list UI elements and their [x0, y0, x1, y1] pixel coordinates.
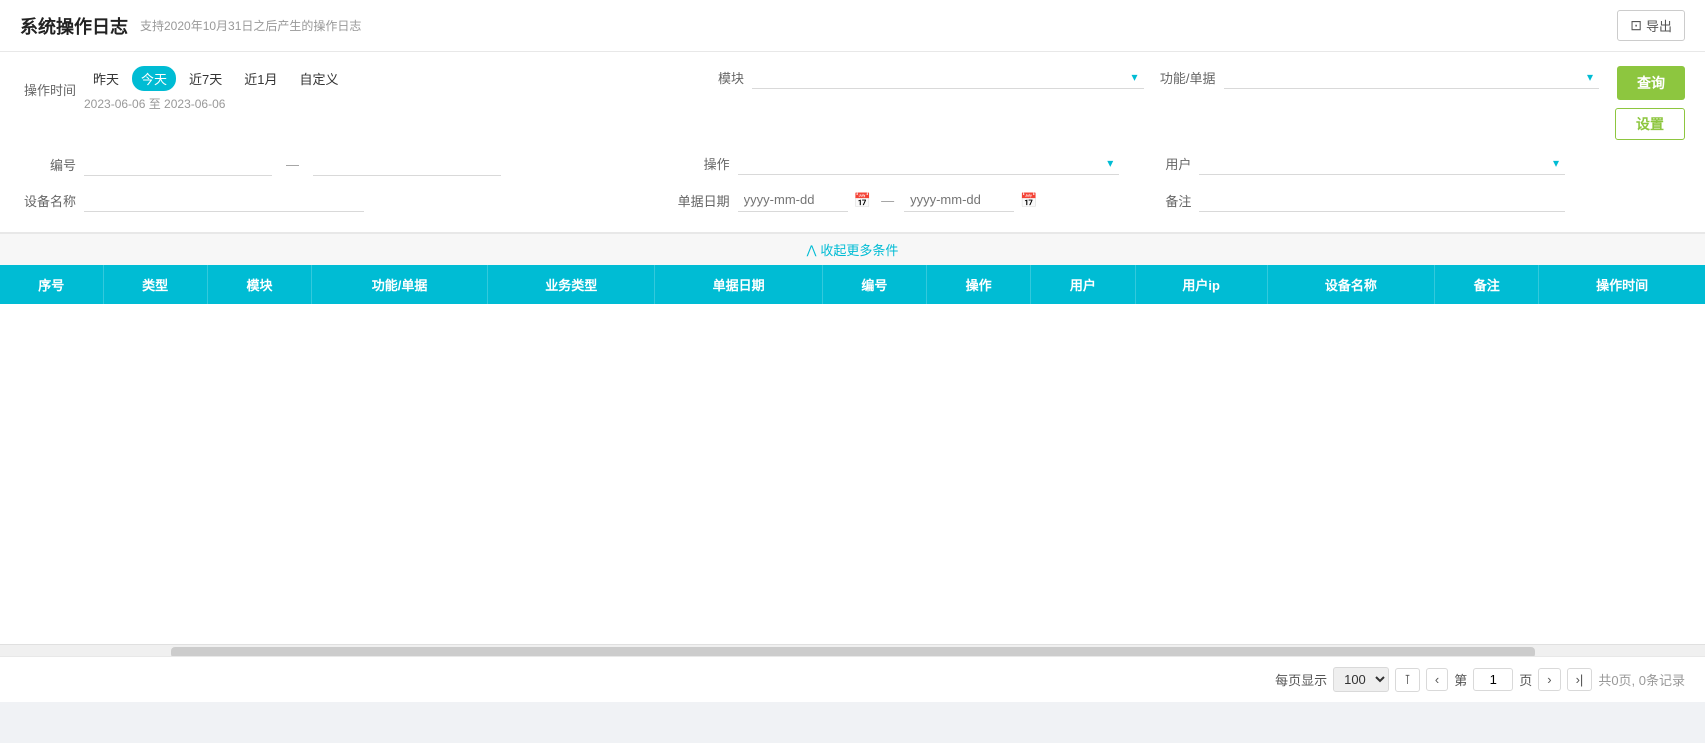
page-subtitle: 支持2020年10月31日之后产生的操作日志 [140, 17, 361, 34]
time-btn-近7天[interactable]: 近7天 [180, 66, 231, 91]
module-filter-group: 模块 ▾ [688, 66, 1143, 89]
table-wrapper: 序号类型模块功能/单据业务类型单据日期编号操作用户用户ip设备名称备注操作时间 [0, 265, 1705, 644]
action-buttons: 查询 设置 [1615, 66, 1685, 140]
horizontal-scrollbar[interactable] [0, 644, 1705, 656]
date-from-input[interactable] [738, 188, 848, 212]
user-filter-group: 用户 ▾ [1119, 152, 1565, 175]
operation-select[interactable]: ▾ [738, 152, 1120, 175]
page-title: 系统操作日志 [20, 13, 128, 39]
func-label: 功能/单据 [1144, 68, 1216, 87]
query-button[interactable]: 查询 [1617, 66, 1685, 100]
remark-input[interactable] [1199, 188, 1565, 212]
page-label: 第 [1454, 670, 1467, 689]
last-page-button[interactable]: ›| [1567, 668, 1593, 691]
device-label: 设备名称 [20, 191, 76, 210]
user-chevron-icon: ▾ [1553, 156, 1559, 170]
export-label: 导出 [1646, 16, 1672, 35]
settings-button[interactable]: 设置 [1615, 108, 1685, 140]
col-业务类型: 业务类型 [488, 265, 655, 304]
remark-filter-group: 备注 [1119, 188, 1565, 212]
func-filter-group: 功能/单据 ▾ [1144, 66, 1599, 89]
table-body [0, 304, 1705, 644]
number-input-from[interactable] [84, 152, 272, 176]
total-text: 共0页, 0条记录 [1598, 670, 1685, 689]
time-btn-近1月[interactable]: 近1月 [235, 66, 286, 91]
time-value-col: 昨天今天近7天近1月自定义 2023-06-06 至 2023-06-06 [84, 66, 348, 112]
col-操作时间: 操作时间 [1539, 265, 1705, 304]
first-page-button[interactable]: ⊺ [1395, 668, 1420, 692]
collapse-bar[interactable]: ⋀ 收起更多条件 [0, 233, 1705, 265]
remark-label: 备注 [1119, 191, 1191, 210]
module-label: 模块 [688, 68, 744, 87]
filter-panel: 操作时间 昨天今天近7天近1月自定义 2023-06-06 至 2023-06-… [0, 52, 1705, 233]
operation-filter-group: 操作 ▾ [674, 152, 1120, 175]
filter-row-3: 设备名称 单据日期 📅 — 📅 备注 [20, 188, 1685, 212]
scrollbar-thumb[interactable] [171, 647, 1535, 656]
user-select[interactable]: ▾ [1199, 152, 1565, 175]
col-用户ip: 用户ip [1135, 265, 1267, 304]
voucher-date-label: 单据日期 [674, 191, 730, 210]
number-filter-group: 编号 — [20, 152, 674, 176]
col-用户: 用户 [1031, 265, 1135, 304]
voucher-date-filter-group: 单据日期 📅 — 📅 [674, 188, 1120, 212]
page-size-label: 每页显示 [1275, 670, 1327, 689]
number-dash: — [280, 157, 305, 172]
table-header-row: 序号类型模块功能/单据业务类型单据日期编号操作用户用户ip设备名称备注操作时间 [0, 265, 1705, 304]
operation-label: 操作 [674, 154, 730, 173]
calendar-from-icon[interactable]: 📅 [854, 192, 871, 209]
date-dash: — [875, 193, 900, 208]
page-header: 系统操作日志 支持2020年10月31日之后产生的操作日志 ⊡ 导出 [0, 0, 1705, 52]
time-range-text: 2023-06-06 至 2023-06-06 [84, 95, 348, 112]
operation-chevron-icon: ▾ [1107, 156, 1113, 170]
prev-page-button[interactable]: ‹ [1426, 668, 1448, 691]
col-备注: 备注 [1435, 265, 1539, 304]
col-模块: 模块 [207, 265, 311, 304]
time-btn-今天[interactable]: 今天 [132, 66, 176, 91]
table-header: 序号类型模块功能/单据业务类型单据日期编号操作用户用户ip设备名称备注操作时间 [0, 265, 1705, 304]
number-label: 编号 [20, 155, 76, 174]
time-filter-group: 操作时间 昨天今天近7天近1月自定义 2023-06-06 至 2023-06-… [20, 66, 688, 112]
col-编号: 编号 [822, 265, 926, 304]
page-size-select[interactable]: 102050100 [1333, 667, 1389, 692]
time-btn-昨天[interactable]: 昨天 [84, 66, 128, 91]
module-select[interactable]: ▾ [752, 66, 1143, 89]
time-buttons: 昨天今天近7天近1月自定义 [84, 66, 348, 91]
title-area: 系统操作日志 支持2020年10月31日之后产生的操作日志 [20, 13, 361, 39]
col-序号: 序号 [0, 265, 103, 304]
export-icon: ⊡ [1630, 17, 1642, 34]
module-chevron-icon: ▾ [1131, 70, 1137, 84]
date-range-group: 📅 — 📅 [738, 188, 1038, 212]
data-table: 序号类型模块功能/单据业务类型单据日期编号操作用户用户ip设备名称备注操作时间 [0, 265, 1705, 644]
time-btn-自定义[interactable]: 自定义 [291, 66, 348, 91]
func-select[interactable]: ▾ [1224, 66, 1599, 89]
calendar-to-icon[interactable]: 📅 [1020, 192, 1037, 209]
col-操作: 操作 [926, 265, 1030, 304]
col-设备名称: 设备名称 [1267, 265, 1434, 304]
user-label: 用户 [1119, 154, 1191, 173]
pagination-bar: 每页显示 102050100 ⊺ ‹ 第 页 › ›| 共0页, 0条记录 [0, 656, 1705, 702]
collapse-icon: ⋀ [807, 243, 817, 257]
current-page-input[interactable] [1473, 668, 1513, 691]
date-to-input[interactable] [904, 188, 1014, 212]
next-page-button[interactable]: › [1538, 668, 1560, 691]
col-功能/单据: 功能/单据 [312, 265, 488, 304]
empty-row [0, 304, 1705, 644]
device-input[interactable] [84, 188, 364, 212]
func-chevron-icon: ▾ [1587, 70, 1593, 84]
col-类型: 类型 [103, 265, 207, 304]
export-button[interactable]: ⊡ 导出 [1617, 10, 1685, 41]
number-input-to[interactable] [313, 152, 501, 176]
time-label: 操作时间 [20, 80, 76, 99]
col-单据日期: 单据日期 [655, 265, 822, 304]
device-filter-group: 设备名称 [20, 188, 674, 212]
filter-row-1: 操作时间 昨天今天近7天近1月自定义 2023-06-06 至 2023-06-… [20, 66, 1685, 140]
page-unit: 页 [1519, 670, 1532, 689]
collapse-label: 收起更多条件 [820, 240, 898, 259]
filter-row-2: 编号 — 操作 ▾ 用户 ▾ [20, 152, 1685, 176]
